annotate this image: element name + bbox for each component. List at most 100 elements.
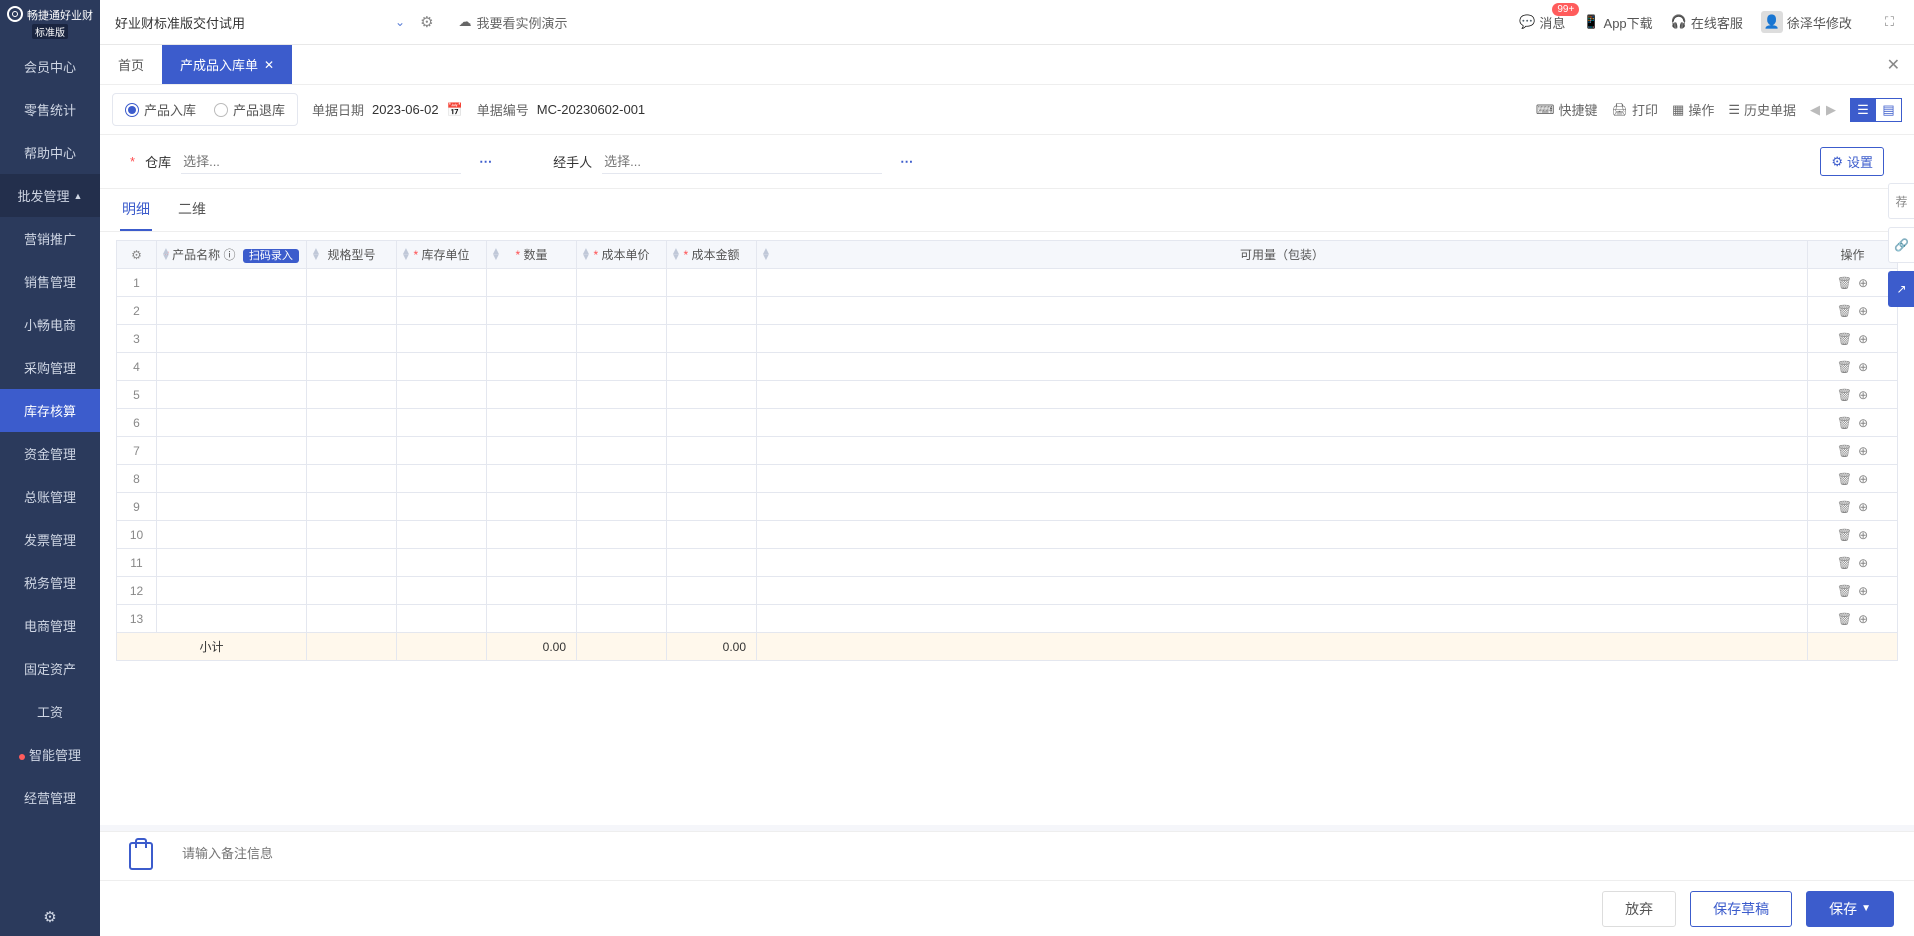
delete-row-icon[interactable]: 🗑 <box>1837 556 1852 570</box>
sidebar-item[interactable]: 批发管理 ▲ <box>0 174 100 217</box>
table-row[interactable]: 8🗑⊕ <box>117 465 1898 493</box>
sidebar-item[interactable]: 总账管理 <box>0 475 100 518</box>
warehouse-input[interactable] <box>181 150 461 174</box>
cell-price[interactable] <box>577 437 667 465</box>
cell-unit[interactable] <box>397 549 487 577</box>
cell-price[interactable] <box>577 297 667 325</box>
settings-button[interactable]: ⚙ 设置 <box>1820 147 1884 176</box>
discard-button[interactable]: 放弃 <box>1602 891 1676 927</box>
sidebar-item[interactable]: 销售管理 <box>0 260 100 303</box>
cell-qty[interactable] <box>487 409 577 437</box>
cell-spec[interactable] <box>307 297 397 325</box>
cell-avail[interactable] <box>757 605 1808 633</box>
table-row[interactable]: 6🗑⊕ <box>117 409 1898 437</box>
cell-unit[interactable] <box>397 381 487 409</box>
cell-amount[interactable] <box>667 521 757 549</box>
cell-price[interactable] <box>577 577 667 605</box>
cell-price[interactable] <box>577 325 667 353</box>
table-row[interactable]: 3🗑⊕ <box>117 325 1898 353</box>
sidebar-item[interactable]: 采购管理 <box>0 346 100 389</box>
doc-date-field[interactable]: 单据日期 2023-06-02 📅 <box>312 100 463 119</box>
delete-row-icon[interactable]: 🗑 <box>1837 584 1852 598</box>
cell-amount[interactable] <box>667 493 757 521</box>
cell-price[interactable] <box>577 409 667 437</box>
delete-row-icon[interactable]: 🗑 <box>1837 416 1852 430</box>
delete-row-icon[interactable]: 🗑 <box>1837 444 1852 458</box>
cell-unit[interactable] <box>397 605 487 633</box>
more-icon[interactable]: ⋯ <box>900 154 914 170</box>
fullscreen-icon[interactable]: ⛶ <box>1885 14 1894 30</box>
rail-attach-button[interactable]: 🔗 <box>1888 227 1914 263</box>
cell-spec[interactable] <box>307 521 397 549</box>
cell-name[interactable] <box>157 605 307 633</box>
add-row-icon[interactable]: ⊕ <box>1858 388 1868 402</box>
cell-qty[interactable] <box>487 605 577 633</box>
cell-avail[interactable] <box>757 325 1808 353</box>
add-row-icon[interactable]: ⊕ <box>1858 444 1868 458</box>
cell-qty[interactable] <box>487 381 577 409</box>
cell-unit[interactable] <box>397 521 487 549</box>
col-amount[interactable]: ▲▼* 成本金额 <box>667 241 757 269</box>
cell-qty[interactable] <box>487 465 577 493</box>
cell-price[interactable] <box>577 465 667 493</box>
cell-name[interactable] <box>157 493 307 521</box>
cell-amount[interactable] <box>667 381 757 409</box>
sidebar-item[interactable]: 营销推广 <box>0 217 100 260</box>
sort-icon[interactable]: ▲▼ <box>401 249 411 261</box>
table-row[interactable]: 11🗑⊕ <box>117 549 1898 577</box>
table-row[interactable]: 10🗑⊕ <box>117 521 1898 549</box>
cell-avail[interactable] <box>757 297 1808 325</box>
cell-avail[interactable] <box>757 465 1808 493</box>
cell-avail[interactable] <box>757 409 1808 437</box>
close-all-tabs-icon[interactable]: ✕ <box>1881 45 1906 85</box>
user-menu[interactable]: 👤 徐泽华修改 <box>1761 11 1852 33</box>
sidebar-item[interactable]: 税务管理 <box>0 561 100 604</box>
sidebar-item[interactable]: 帮助中心 <box>0 131 100 174</box>
sidebar-item[interactable]: 会员中心 <box>0 45 100 88</box>
cell-amount[interactable] <box>667 269 757 297</box>
cell-name[interactable] <box>157 549 307 577</box>
cell-amount[interactable] <box>667 465 757 493</box>
cell-qty[interactable] <box>487 521 577 549</box>
delete-row-icon[interactable]: 🗑 <box>1837 388 1852 402</box>
save-button[interactable]: 保存 ▼ <box>1806 891 1894 927</box>
col-qty[interactable]: ▲▼* 数量 <box>487 241 577 269</box>
cell-qty[interactable] <box>487 437 577 465</box>
col-price[interactable]: ▲▼* 成本单价 <box>577 241 667 269</box>
sort-icon[interactable]: ▲▼ <box>311 249 321 261</box>
delete-row-icon[interactable]: 🗑 <box>1837 500 1852 514</box>
cell-name[interactable] <box>157 521 307 549</box>
sidebar-item[interactable]: 库存核算 <box>0 389 100 432</box>
scan-button[interactable]: 扫码录入 <box>243 249 299 263</box>
cell-price[interactable] <box>577 549 667 577</box>
subtab-grid[interactable]: 二维 <box>176 189 208 231</box>
operate-button[interactable]: ▦ 操作 <box>1672 100 1714 119</box>
cell-name[interactable] <box>157 381 307 409</box>
add-row-icon[interactable]: ⊕ <box>1858 528 1868 542</box>
cell-spec[interactable] <box>307 409 397 437</box>
prev-icon[interactable]: ◀ <box>1810 102 1820 118</box>
delete-row-icon[interactable]: 🗑 <box>1837 472 1852 486</box>
help-icon[interactable]: ⓘ <box>224 248 236 262</box>
cell-price[interactable] <box>577 353 667 381</box>
cell-unit[interactable] <box>397 269 487 297</box>
save-draft-button[interactable]: 保存草稿 <box>1690 891 1792 927</box>
more-icon[interactable]: ⋯ <box>479 154 493 170</box>
cell-unit[interactable] <box>397 577 487 605</box>
messages-button[interactable]: 💬 消息 99+ <box>1519 13 1565 32</box>
app-download-button[interactable]: 📱 App下载 <box>1583 13 1652 32</box>
cell-unit[interactable] <box>397 297 487 325</box>
col-gear[interactable]: ⚙ <box>117 241 157 269</box>
cell-name[interactable] <box>157 353 307 381</box>
cell-name[interactable] <box>157 325 307 353</box>
online-service-button[interactable]: 🎧 在线客服 <box>1671 13 1743 32</box>
cell-qty[interactable] <box>487 325 577 353</box>
cell-price[interactable] <box>577 493 667 521</box>
shortcut-button[interactable]: ⌨ 快捷键 <box>1536 100 1598 119</box>
cell-unit[interactable] <box>397 325 487 353</box>
sidebar-item[interactable]: 经营管理 <box>0 776 100 819</box>
remark-input[interactable] <box>182 842 1898 865</box>
cell-price[interactable] <box>577 605 667 633</box>
table-row[interactable]: 2🗑⊕ <box>117 297 1898 325</box>
cell-unit[interactable] <box>397 437 487 465</box>
